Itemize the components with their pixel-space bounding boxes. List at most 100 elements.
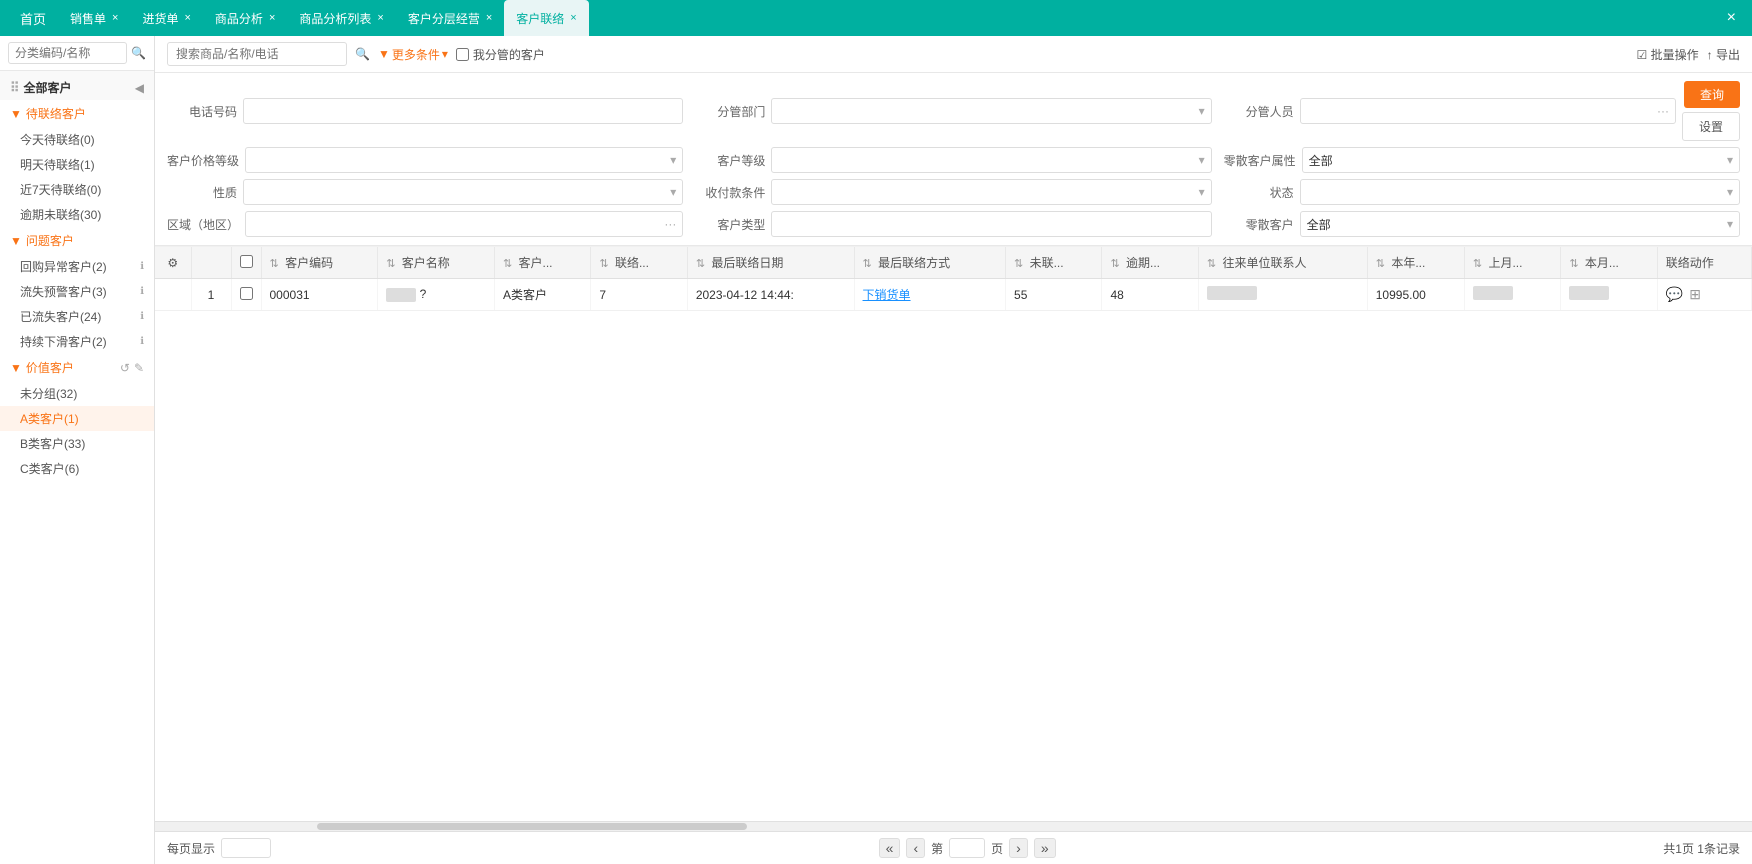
row-checkbox[interactable] — [240, 287, 253, 300]
sidebar-group-value-header[interactable]: ▼ 价值客户 ↺ ✎ — [0, 354, 154, 381]
th-lastway[interactable]: ⇅ 最后联络方式 — [854, 247, 1005, 279]
all-customers-header[interactable]: 全部客户 — [10, 79, 72, 96]
sidebar-item-7days[interactable]: 近7天待联络(0) — [0, 177, 154, 202]
nav-tab-close[interactable]: × — [269, 12, 275, 24]
customerlevel-select[interactable]: ▾ — [771, 147, 1211, 173]
nature-select[interactable]: ▾ — [243, 179, 683, 205]
th-unitcontact[interactable]: ⇅ 往来单位联系人 — [1198, 247, 1367, 279]
nav-tab-customercontact[interactable]: 客户联络 × — [504, 0, 588, 36]
filter-status: 状态 ▾ — [1224, 179, 1740, 205]
sidebar-search-icon[interactable]: 🔍 — [131, 46, 146, 60]
grid-icon[interactable]: ⊞ — [1689, 286, 1701, 303]
first-page-btn[interactable]: « — [879, 838, 901, 858]
sidebar-item-b-class[interactable]: B类客户(33) — [0, 431, 154, 456]
sidebar-item-declining[interactable]: 持续下滑客户(2) ℹ — [0, 329, 154, 354]
info-icon: ℹ — [140, 286, 144, 297]
dept-select[interactable]: ▾ — [771, 98, 1211, 124]
nav-tab-salesorder[interactable]: 销售单 × — [58, 0, 130, 36]
payment-select[interactable]: ▾ — [771, 179, 1211, 205]
set-button[interactable]: 设置 — [1682, 112, 1740, 141]
customerlevel-label: 客户等级 — [695, 152, 765, 169]
query-button[interactable]: 查询 — [1684, 81, 1740, 108]
phone-input[interactable] — [243, 98, 683, 124]
region-input[interactable]: ··· — [245, 211, 683, 237]
page-number-input[interactable]: 1 — [949, 838, 985, 858]
row-check[interactable] — [231, 279, 261, 311]
sidebar-item-churned[interactable]: 已流失客户(24) ℹ — [0, 304, 154, 329]
my-customers-filter[interactable]: 我分管的客户 — [456, 46, 545, 63]
status-select[interactable]: ▾ — [1300, 179, 1740, 205]
th-check[interactable] — [231, 247, 261, 279]
nav-tab-customerseg[interactable]: 客户分层经营 × — [396, 0, 504, 36]
th-lastdate[interactable]: ⇅ 最后联络日期 — [687, 247, 854, 279]
nav-tab-label: 商品分析 — [215, 10, 263, 27]
nav-tab-close[interactable]: × — [377, 12, 383, 24]
th-contact[interactable]: ⇅ 联络... — [591, 247, 687, 279]
th-thismonth[interactable]: ⇅ 本月... — [1561, 247, 1657, 279]
nav-tab-analysislist[interactable]: 商品分析列表 × — [287, 0, 395, 36]
filter-search-icon[interactable]: 🔍 — [355, 47, 370, 61]
next-page-btn[interactable]: › — [1009, 838, 1028, 858]
row-lastway[interactable]: 下销货单 — [854, 279, 1005, 311]
nav-tab-close[interactable]: × — [112, 12, 118, 24]
nav-tab-close[interactable]: × — [570, 12, 576, 24]
refresh-icon[interactable]: ↺ — [120, 361, 130, 375]
my-customers-checkbox[interactable] — [456, 48, 469, 61]
filter-search-input[interactable] — [167, 42, 347, 66]
settings-icon[interactable]: ⚙ — [167, 256, 178, 270]
export-btn[interactable]: ↑ 导出 — [1707, 46, 1740, 63]
nav-tab-analysis[interactable]: 商品分析 × — [203, 0, 287, 36]
edit-icon[interactable]: ✎ — [134, 361, 144, 375]
page-size-input[interactable]: 50 — [221, 838, 271, 858]
sidebar-item-ungrouped[interactable]: 未分组(32) — [0, 381, 154, 406]
th-name[interactable]: ⇅ 客户名称 — [378, 247, 495, 279]
sidebar-collapse-btn[interactable]: ◀ — [135, 81, 144, 95]
nav-tab-purchase[interactable]: 进货单 × — [130, 0, 202, 36]
sidebar-item-abnormal[interactable]: 回购异常客户(2) ℹ — [0, 254, 154, 279]
nav-tab-close[interactable]: × — [486, 12, 492, 24]
sidebar-item-today[interactable]: 今天待联络(0) — [0, 127, 154, 152]
total-info: 共1页 1条记录 — [1663, 840, 1740, 857]
sidebar: 🔍 全部客户 ◀ ▼ 待联络客户 今天待联络(0) 明天待联络(1) 近7天待联… — [0, 36, 155, 864]
nav-home[interactable]: 首页 — [8, 0, 58, 36]
close-all-tabs[interactable]: × — [1719, 9, 1744, 27]
person-input[interactable]: ··· — [1300, 98, 1676, 124]
advanced-filter-panel: 电话号码 分管部门 ▾ 分管人员 ··· 查询 设置 — [155, 73, 1752, 246]
chat-icon[interactable]: 💬 — [1666, 286, 1683, 303]
th-nocontact[interactable]: ⇅ 未联... — [1006, 247, 1102, 279]
customer-table: ⚙ ⇅ 客户编码 ⇅ 客户名称 — [155, 247, 1752, 311]
sidebar-item-tomorrow[interactable]: 明天待联络(1) — [0, 152, 154, 177]
nav-tab-close[interactable]: × — [184, 12, 190, 24]
scrollbar-thumb[interactable] — [317, 823, 747, 830]
select-all-checkbox[interactable] — [240, 255, 253, 268]
sidebar-item-churn-warning[interactable]: 流失预警客户(3) ℹ — [0, 279, 154, 304]
filter-region: 区域（地区） ··· — [167, 211, 683, 237]
th-lastmonth[interactable]: ⇅ 上月... — [1464, 247, 1560, 279]
last-page-btn[interactable]: » — [1034, 838, 1056, 858]
sidebar-group-problem-header[interactable]: ▼ 问题客户 — [0, 227, 154, 254]
top-nav: 首页 销售单 × 进货单 × 商品分析 × 商品分析列表 × 客户分层经营 × … — [0, 0, 1752, 36]
th-overdue[interactable]: ⇅ 逾期... — [1102, 247, 1198, 279]
filter-more-btn[interactable]: ▼ 更多条件 ▾ — [378, 46, 448, 63]
pricelevel-select[interactable]: ▾ — [245, 147, 683, 173]
sidebar-item-c-class[interactable]: C类客户(6) — [0, 456, 154, 481]
th-code[interactable]: ⇅ 客户编码 — [261, 247, 378, 279]
sidebar-group-pending-header[interactable]: ▼ 待联络客户 — [0, 100, 154, 127]
horizontal-scrollbar[interactable] — [155, 821, 1752, 831]
prev-page-btn[interactable]: ‹ — [906, 838, 925, 858]
info-icon: ℹ — [140, 261, 144, 272]
retail-select[interactable]: 全部 ▾ — [1300, 211, 1740, 237]
row-code[interactable]: 000031 — [261, 279, 378, 311]
batch-operation-btn[interactable]: ☑ 批量操作 — [1637, 46, 1699, 63]
th-setting[interactable]: ⚙ — [155, 247, 191, 279]
filter-dept: 分管部门 ▾ — [695, 81, 1211, 141]
nature-label: 性质 — [167, 184, 237, 201]
customertype-input[interactable] — [771, 211, 1211, 237]
row-name[interactable]: ? — [378, 279, 495, 311]
th-type[interactable]: ⇅ 客户... — [494, 247, 590, 279]
sidebar-item-overdue[interactable]: 逾期未联络(30) — [0, 202, 154, 227]
sidebar-search-input[interactable] — [8, 42, 127, 64]
retail-attr-select[interactable]: 全部 ▾ — [1302, 147, 1740, 173]
sidebar-item-a-class[interactable]: A类客户(1) — [0, 406, 154, 431]
th-thisyear[interactable]: ⇅ 本年... — [1367, 247, 1464, 279]
